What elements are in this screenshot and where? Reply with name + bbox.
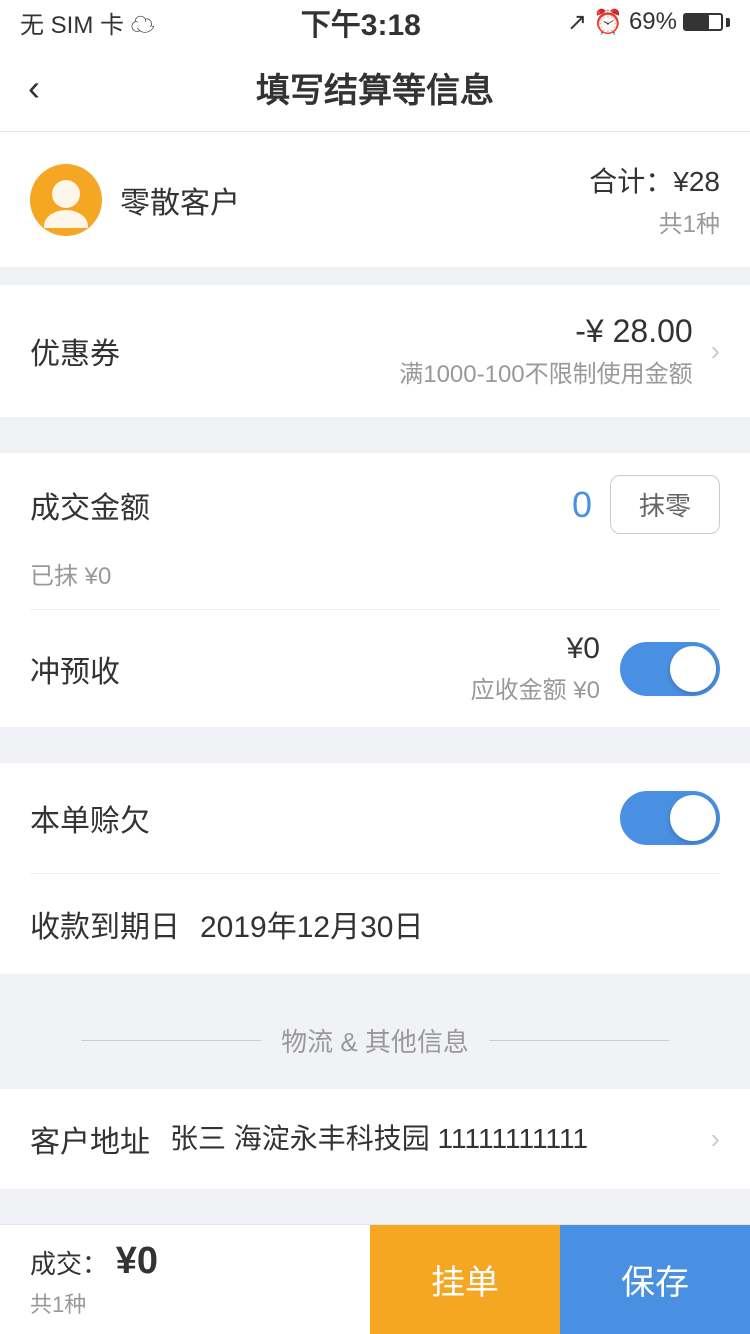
coupon-value-block: -¥ 28.00 满1000-100不限制使用金额 <box>399 313 692 389</box>
coupon-right: -¥ 28.00 满1000-100不限制使用金额 › <box>399 313 720 389</box>
prepay-amount: ¥0 <box>471 632 600 666</box>
prepay-label: 冲预收 <box>30 647 120 691</box>
address-section: 客户地址 张三 海淀永丰科技园 11111111111 › <box>0 1089 750 1189</box>
logistics-line-right <box>489 1040 669 1041</box>
prepay-row: 冲预收 ¥0 应收金额 ¥0 <box>0 610 750 727</box>
transaction-sub: 已抹 ¥0 <box>0 556 750 609</box>
coupon-section: 优惠券 -¥ 28.00 满1000-100不限制使用金额 › <box>0 285 750 417</box>
transaction-row: 成交金额 0 抹零 <box>0 453 750 556</box>
debt-row: 本单赊欠 <box>0 763 750 873</box>
address-value: 张三 海淀永丰科技园 11111111111 <box>170 1117 588 1157</box>
no-sim-text: 无 SIM 卡 ☁ <box>20 5 155 40</box>
due-date-label: 收款到期日 <box>30 902 180 946</box>
customer-section: 零散客户 合计：¥28 共1种 <box>0 132 750 267</box>
prepay-sub: 应收金额 ¥0 <box>471 670 600 705</box>
status-time: 下午3:18 <box>301 0 421 44</box>
address-label: 客户地址 <box>30 1117 150 1161</box>
location-icon: ↗ <box>567 8 587 37</box>
customer-total: 合计：¥28 <box>589 160 720 200</box>
page-title: 填写结算等信息 <box>256 63 494 112</box>
debt-toggle[interactable] <box>620 791 720 845</box>
back-button[interactable]: ‹ <box>28 67 40 109</box>
address-chevron-icon: › <box>711 1123 720 1155</box>
customer-left: 零散客户 <box>30 164 240 236</box>
status-bar: 无 SIM 卡 ☁ 下午3:18 ↗ ⏰ 69% <box>0 0 750 44</box>
transaction-input-area: 0 抹零 <box>532 475 720 534</box>
coupon-amount: -¥ 28.00 <box>399 313 692 350</box>
nav-bar: ‹ 填写结算等信息 <box>0 44 750 132</box>
round-button[interactable]: 抹零 <box>610 475 720 534</box>
bottom-count: 共1种 <box>30 1287 370 1319</box>
coupon-desc: 满1000-100不限制使用金额 <box>399 354 692 389</box>
save-button[interactable]: 保存 <box>560 1225 750 1334</box>
prepay-right: ¥0 应收金额 ¥0 <box>471 632 720 705</box>
bottom-trans-amount: ¥0 <box>116 1240 158 1282</box>
battery-icon <box>683 13 730 31</box>
bottom-info: 成交： ¥0 共1种 <box>0 1240 370 1319</box>
bottom-trans-line: 成交： ¥0 <box>30 1240 370 1283</box>
status-right: ↗ ⏰ 69% <box>567 8 730 37</box>
bottom-bar: 成交： ¥0 共1种 挂单 保存 <box>0 1224 750 1334</box>
logistics-header: 物流 & 其他信息 <box>0 1022 750 1059</box>
debt-section: 本单赊欠 收款到期日 2019年12月30日 <box>0 763 750 974</box>
customer-avatar <box>30 164 102 236</box>
address-row[interactable]: 客户地址 张三 海淀永丰科技园 11111111111 › <box>0 1089 750 1189</box>
chevron-right-icon: › <box>711 335 720 367</box>
status-left: 无 SIM 卡 ☁ <box>20 5 155 40</box>
bottom-trans-label: 成交： <box>30 1249 108 1279</box>
customer-name: 零散客户 <box>120 178 240 222</box>
customer-count: 共1种 <box>589 204 720 239</box>
content: 零散客户 合计：¥28 共1种 优惠券 -¥ 28.00 满1000-100不限… <box>0 132 750 1327</box>
transaction-label: 成交金额 <box>30 483 150 527</box>
due-date-value: 2019年12月30日 <box>200 902 423 946</box>
debt-toggle-knob <box>670 795 716 841</box>
customer-row[interactable]: 零散客户 合计：¥28 共1种 <box>0 132 750 267</box>
due-date-row[interactable]: 收款到期日 2019年12月30日 <box>0 874 750 974</box>
hang-button[interactable]: 挂单 <box>370 1225 560 1334</box>
toggle-knob <box>670 646 716 692</box>
prepay-toggle[interactable] <box>620 642 720 696</box>
battery-percent: 69% <box>629 8 677 36</box>
prepay-vals: ¥0 应收金额 ¥0 <box>471 632 600 705</box>
transaction-section: 成交金额 0 抹零 已抹 ¥0 冲预收 ¥0 应收金额 ¥0 <box>0 453 750 727</box>
logistics-title: 物流 & 其他信息 <box>281 1022 469 1059</box>
transaction-value[interactable]: 0 <box>532 484 592 526</box>
customer-right: 合计：¥28 共1种 <box>589 160 720 239</box>
logistics-line-left <box>81 1040 261 1041</box>
coupon-label: 优惠券 <box>30 329 120 373</box>
separator-1 <box>0 435 750 453</box>
coupon-row[interactable]: 优惠券 -¥ 28.00 满1000-100不限制使用金额 › <box>0 285 750 417</box>
bottom-btn-group: 挂单 保存 <box>370 1225 750 1334</box>
separator-2 <box>0 745 750 763</box>
logistics-section: 物流 & 其他信息 <box>0 992 750 1089</box>
debt-label: 本单赊欠 <box>30 796 150 840</box>
alarm-icon: ⏰ <box>593 8 623 37</box>
address-left: 客户地址 张三 海淀永丰科技园 11111111111 <box>30 1117 588 1161</box>
